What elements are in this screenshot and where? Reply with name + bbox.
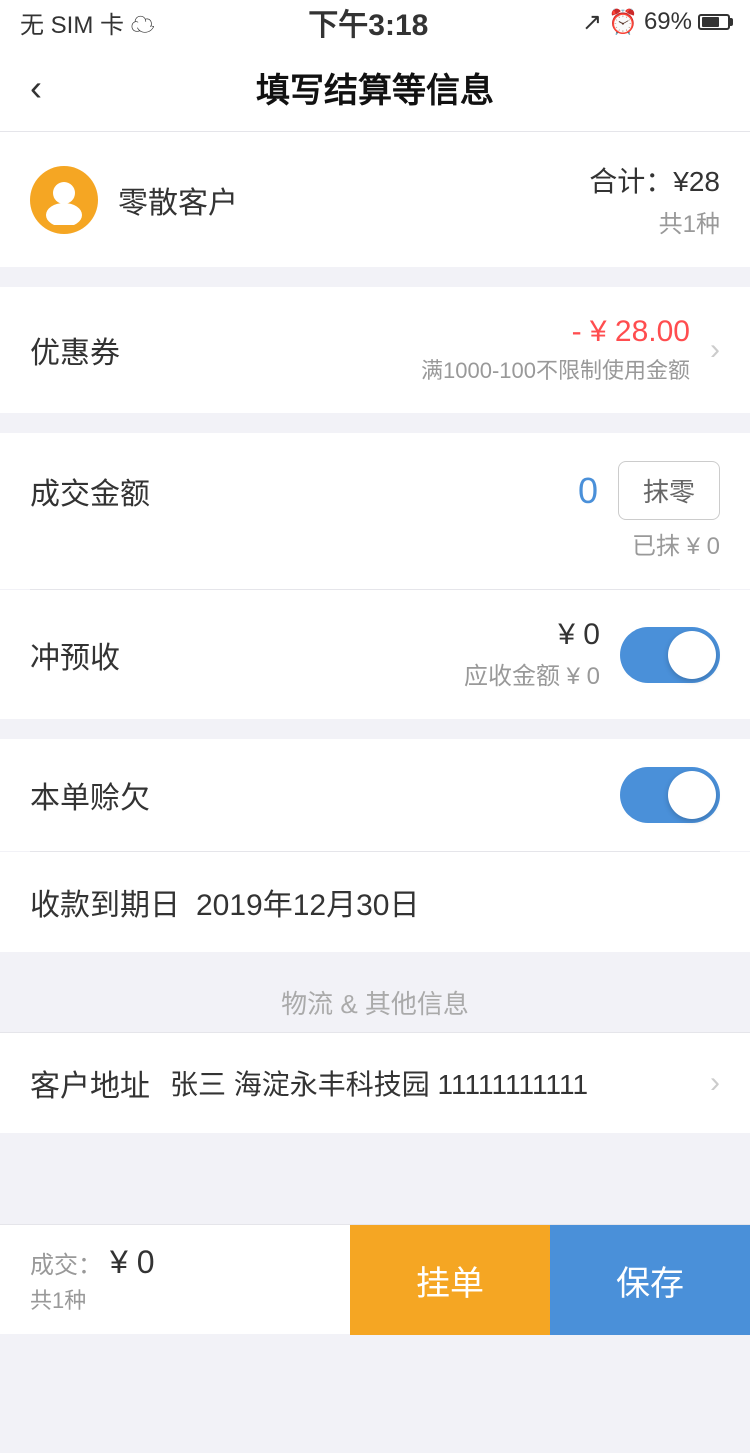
address-value: 张三 海淀永丰科技园 11111111111: [170, 1063, 710, 1103]
location-icon: ↗: [582, 8, 602, 37]
prepay-amounts: ¥ 0 应收金额 ¥ 0: [464, 618, 600, 691]
bottom-bar: 成交： ¥ 0 共1种 挂单 保存: [0, 1224, 750, 1334]
logistics-divider: 物流 & 其他信息: [0, 972, 750, 1032]
status-bar: 无 SIM 卡 ☁ 下午3:18 ↗ ⏰ 69%: [0, 0, 750, 44]
coupon-right-area: - ¥ 28.00 满1000-100不限制使用金额 ›: [120, 315, 720, 385]
due-date-section[interactable]: 收款到期日 2019年12月30日: [0, 852, 750, 952]
round-button[interactable]: 抹零: [618, 461, 720, 520]
amount-sub: 已抹 ¥ 0: [30, 526, 720, 561]
coupon-amount: - ¥ 28.00: [421, 315, 690, 349]
logistics-label: 物流 & 其他信息: [281, 984, 469, 1021]
customer-left: 零散客户: [30, 166, 238, 234]
save-button[interactable]: 保存: [550, 1225, 750, 1335]
status-right: ↗ ⏰ 69%: [582, 8, 730, 37]
debt-toggle[interactable]: [620, 767, 720, 823]
nav-bar: ‹ 填写结算等信息: [0, 44, 750, 132]
coupon-desc: 满1000-100不限制使用金额: [421, 353, 690, 385]
bottom-count: 共1种: [30, 1283, 320, 1315]
prepay-toggle[interactable]: [620, 627, 720, 683]
address-chevron-icon: ›: [710, 1066, 720, 1100]
back-button[interactable]: ‹: [30, 67, 90, 109]
amount-value[interactable]: 0: [538, 470, 598, 512]
amount-top: 成交金额 0 抹零: [30, 461, 720, 520]
customer-section: 零散客户 合计：¥28 共1种: [0, 132, 750, 267]
prepay-section: 冲预收 ¥ 0 应收金额 ¥ 0: [0, 590, 750, 719]
coupon-section: 优惠券 - ¥ 28.00 满1000-100不限制使用金额 ›: [0, 287, 750, 413]
due-date-value: 2019年12月30日: [196, 880, 419, 924]
prepay-sub: 应收金额 ¥ 0: [464, 656, 600, 691]
prepay-right: ¥ 0 应收金额 ¥ 0: [464, 618, 720, 691]
coupon-label: 优惠券: [30, 328, 120, 372]
prepay-amount: ¥ 0: [464, 618, 600, 652]
prepay-label: 冲预收: [30, 633, 120, 677]
avatar: [30, 166, 98, 234]
section-divider-3: [0, 719, 750, 739]
due-date-label: 收款到期日: [30, 880, 180, 924]
status-left: 无 SIM 卡 ☁: [20, 5, 155, 40]
customer-count: 共1种: [589, 204, 720, 239]
address-section[interactable]: 客户地址 张三 海淀永丰科技园 11111111111 ›: [0, 1033, 750, 1133]
debt-section: 本单赊欠: [0, 739, 750, 851]
alarm-icon: ⏰: [608, 8, 638, 37]
customer-total: 合计：¥28: [589, 160, 720, 200]
coupon-info: - ¥ 28.00 满1000-100不限制使用金额: [421, 315, 690, 385]
section-divider-1: [0, 267, 750, 287]
debt-label: 本单赊欠: [30, 773, 150, 817]
bottom-label: 成交：: [30, 1245, 102, 1280]
amount-label: 成交金额: [30, 469, 150, 513]
battery-label: 69%: [644, 8, 692, 36]
coupon-chevron-icon: ›: [710, 333, 720, 367]
battery-icon: [698, 14, 730, 30]
section-divider-2: [0, 413, 750, 433]
amount-section: 成交金额 0 抹零 已抹 ¥ 0: [0, 433, 750, 589]
bottom-left: 成交： ¥ 0 共1种: [0, 1225, 350, 1334]
user-icon: [39, 175, 89, 225]
status-time: 下午3:18: [308, 0, 428, 44]
due-date-row: 收款到期日 2019年12月30日: [30, 880, 720, 924]
prepay-top: 冲预收 ¥ 0 应收金额 ¥ 0: [30, 618, 720, 691]
customer-right: 合计：¥28 共1种: [589, 160, 720, 239]
sim-label: 无 SIM 卡 ☁: [20, 5, 155, 40]
customer-name: 零散客户: [118, 178, 238, 222]
toggle-knob: [668, 631, 716, 679]
section-divider-4: [0, 952, 750, 972]
page-title: 填写结算等信息: [256, 63, 494, 112]
bottom-amount: ¥ 0: [110, 1244, 154, 1281]
debt-toggle-knob: [668, 771, 716, 819]
hold-button[interactable]: 挂单: [350, 1225, 550, 1335]
amount-input-area: 0 抹零: [538, 461, 720, 520]
coupon-row[interactable]: 优惠券 - ¥ 28.00 满1000-100不限制使用金额 ›: [0, 287, 750, 413]
address-label: 客户地址: [30, 1061, 150, 1105]
